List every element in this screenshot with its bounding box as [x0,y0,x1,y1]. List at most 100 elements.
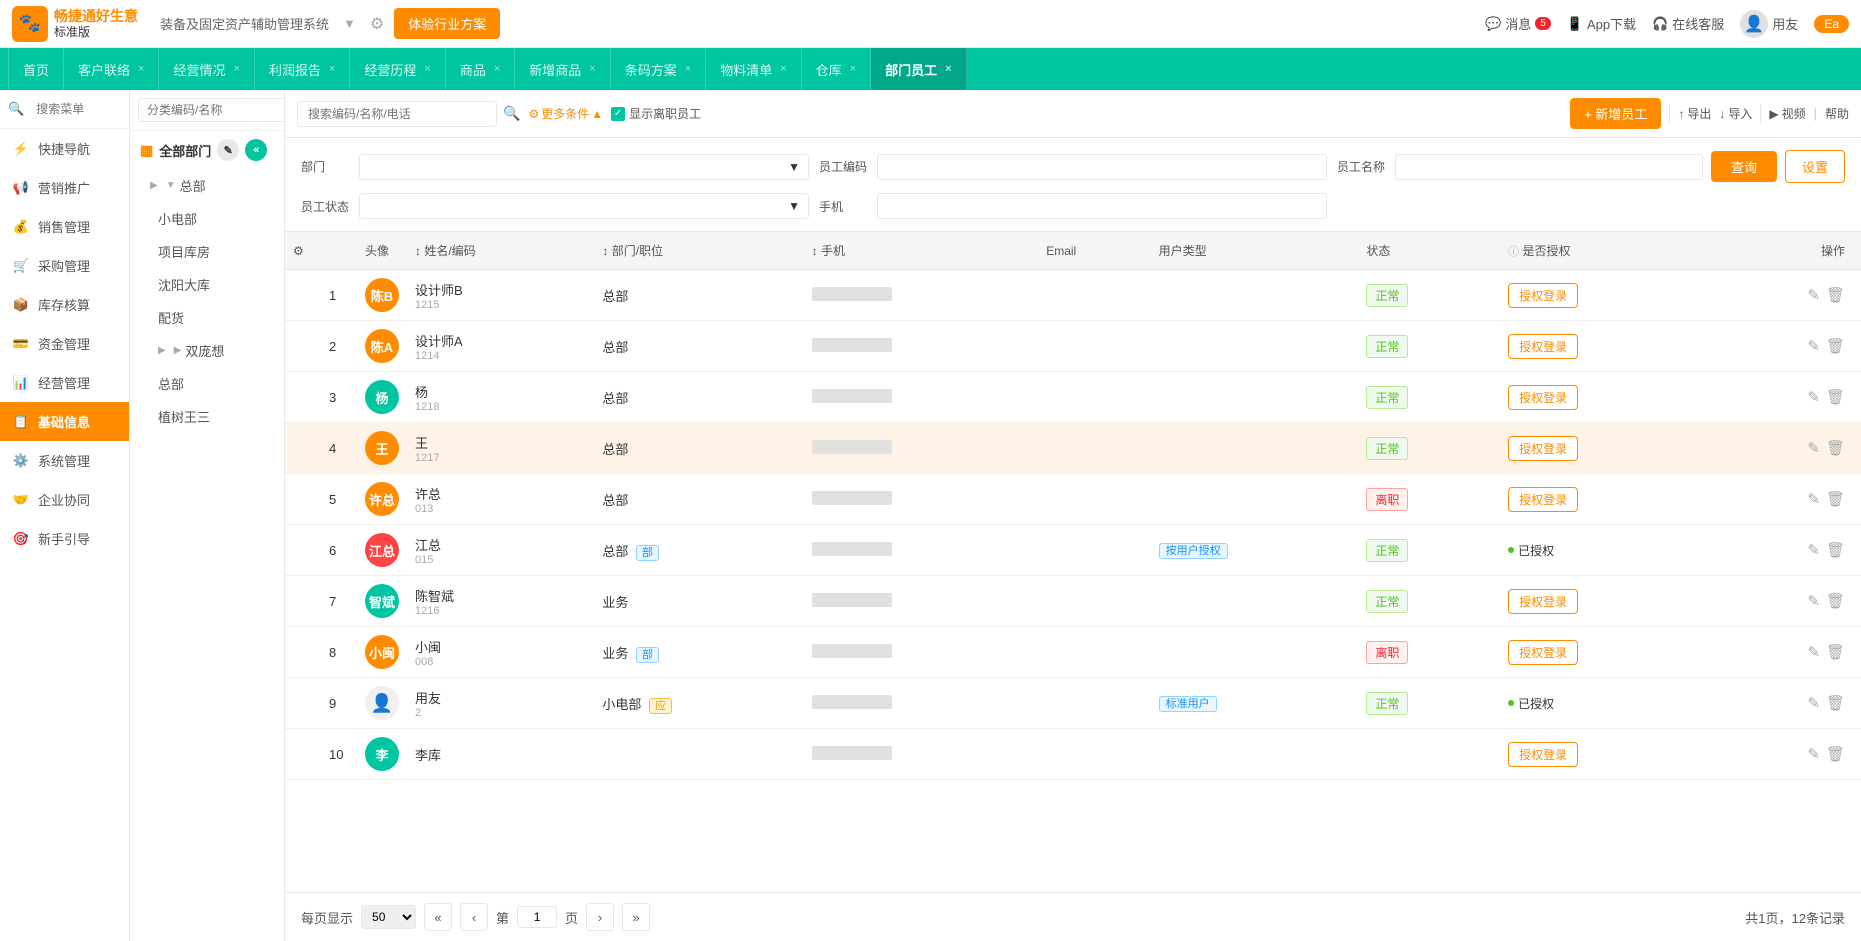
nav-tab-商品[interactable]: 商品× [446,48,515,90]
delete-button[interactable]: 🗑 [1826,337,1845,355]
tab-close-icon[interactable]: × [494,63,500,75]
search-input[interactable] [297,101,497,127]
dept-search-input[interactable] [138,98,285,122]
trial-button[interactable]: 体验行业方案 [394,8,500,39]
delete-button[interactable]: 🗑 [1826,439,1845,457]
tab-close-icon[interactable]: × [850,63,856,75]
sidebar-item-inventory[interactable]: 📦库存核算 [0,285,129,324]
sidebar-item-guide[interactable]: 🎯新手引导 [0,519,129,558]
more-filter-btn[interactable]: ⚙ 更多条件 ▲ [528,105,603,122]
dept-node[interactable]: 配货 [130,301,284,334]
edit-button[interactable]: ✎ [1807,337,1820,355]
collapse-arrow-icon[interactable]: ▶ [174,345,182,356]
auth-login-button[interactable]: 授权登录 [1508,436,1578,461]
page-number-input[interactable] [517,906,557,928]
nav-tab-条码方案[interactable]: 条码方案× [611,48,706,90]
delete-button[interactable]: 🗑 [1826,490,1845,508]
add-employee-button[interactable]: + 新增员工 [1570,98,1661,129]
edit-button[interactable]: ✎ [1807,388,1820,406]
sidebar-item-finance[interactable]: 💳资金管理 [0,324,129,363]
settings-icon[interactable]: ⚙ [370,14,384,34]
delete-button[interactable]: 🗑 [1826,745,1845,763]
export-button[interactable]: ↑ 导出 [1678,105,1711,122]
dropdown-icon[interactable]: ▼ [343,16,356,31]
tab-close-icon[interactable]: × [138,63,144,75]
tab-close-icon[interactable]: × [233,63,239,75]
last-page-button[interactable]: » [622,903,650,931]
auth-login-button[interactable]: 授权登录 [1508,640,1578,665]
emp-code-input[interactable] [877,154,1327,180]
resigned-checkbox[interactable]: ✓ [611,107,625,121]
auth-login-button[interactable]: 授权登录 [1508,334,1578,359]
dept-node[interactable]: 项目库房 [130,235,284,268]
online-service-button[interactable]: 🎧 在线客服 [1652,14,1724,33]
dept-node[interactable]: 小电部 [130,202,284,235]
sidebar-item-corp[interactable]: 🤝企业协同 [0,480,129,519]
nav-tab-经营历程[interactable]: 经营历程× [350,48,445,90]
sidebar-item-marketing[interactable]: 📢营销推广 [0,168,129,207]
dept-node[interactable]: 总部 [130,367,284,400]
first-page-button[interactable]: « [424,903,452,931]
tab-close-icon[interactable]: × [945,63,951,75]
reset-button[interactable]: 设置 [1785,150,1845,183]
page-size-select[interactable]: 50 100 200 [361,905,416,929]
sidebar-search-input[interactable] [28,98,130,120]
nav-tab-仓库[interactable]: 仓库× [802,48,871,90]
sidebar-item-purchase[interactable]: 🛒采购管理 [0,246,129,285]
user-menu[interactable]: 👤 用友 [1740,10,1798,38]
prev-page-button[interactable]: ‹ [460,903,488,931]
auth-login-button[interactable]: 授权登录 [1508,487,1578,512]
auth-login-button[interactable]: 授权登录 [1508,742,1578,767]
edit-button[interactable]: ✎ [1807,286,1820,304]
nav-tab-物料清单[interactable]: 物料清单× [706,48,801,90]
sidebar-item-basics[interactable]: 📋基础信息 [0,402,129,441]
nav-tab-经营情况[interactable]: 经营情况× [159,48,254,90]
nav-tab-客户联络[interactable]: 客户联络× [64,48,159,90]
next-page-button[interactable]: › [586,903,614,931]
gear-icon[interactable]: ⚙ [293,244,304,258]
video-button[interactable]: ▶ 视频 [1769,105,1805,122]
dept-edit-btn[interactable]: ✎ [217,139,239,161]
emp-status-select[interactable]: ▼ [359,193,809,219]
nav-tab-部门员工[interactable]: 部门员工× [871,48,966,90]
delete-button[interactable]: 🗑 [1826,694,1845,712]
query-button[interactable]: 查询 [1711,151,1777,182]
import-button[interactable]: ↓ 导入 [1719,105,1752,122]
nav-tab-首页[interactable]: 首页 [8,48,64,90]
nav-tab-利润报告[interactable]: 利润报告× [255,48,350,90]
dept-node[interactable]: 沈阳大库 [130,268,284,301]
dept-node[interactable]: 植树王三 [130,400,284,433]
delete-button[interactable]: 🗑 [1826,388,1845,406]
help-button[interactable]: 帮助 [1825,105,1849,122]
search-button[interactable]: 🔍 [503,105,520,122]
edit-button[interactable]: ✎ [1807,694,1820,712]
expand-arrow-icon[interactable]: ▼ [166,180,176,191]
edit-button[interactable]: ✎ [1807,541,1820,559]
info-icon[interactable]: ⓘ [1508,246,1519,258]
auth-login-button[interactable]: 授权登录 [1508,589,1578,614]
dept-node[interactable]: ▶双庞想 [130,334,284,367]
edit-button[interactable]: ✎ [1807,745,1820,763]
auth-login-button[interactable]: 授权登录 [1508,385,1578,410]
dept-select[interactable]: ▼ [359,154,809,180]
sidebar-item-system[interactable]: ⚙️系统管理 [0,441,129,480]
edit-button[interactable]: ✎ [1807,643,1820,661]
all-dept-header[interactable]: ▦ 全部部门 ✎ « [130,131,284,169]
app-download-button[interactable]: 📱 App下载 [1567,14,1636,33]
auth-login-button[interactable]: 授权登录 [1508,283,1578,308]
show-resigned-toggle[interactable]: ✓ 显示离职员工 [611,105,701,122]
message-button[interactable]: 💬 消息 5 [1485,14,1551,33]
tab-close-icon[interactable]: × [424,63,430,75]
tab-close-icon[interactable]: × [780,63,786,75]
sidebar-item-operations[interactable]: 📊经营管理 [0,363,129,402]
edit-button[interactable]: ✎ [1807,490,1820,508]
edit-button[interactable]: ✎ [1807,592,1820,610]
sidebar-item-quick-nav[interactable]: ⚡快捷导航 [0,129,129,168]
phone-input[interactable] [877,193,1327,219]
sidebar-item-sales[interactable]: 💰销售管理 [0,207,129,246]
edit-button[interactable]: ✎ [1807,439,1820,457]
tab-close-icon[interactable]: × [329,63,335,75]
emp-name-input[interactable] [1395,154,1703,180]
delete-button[interactable]: 🗑 [1826,643,1845,661]
dept-node[interactable]: ▼总部 [130,169,284,202]
